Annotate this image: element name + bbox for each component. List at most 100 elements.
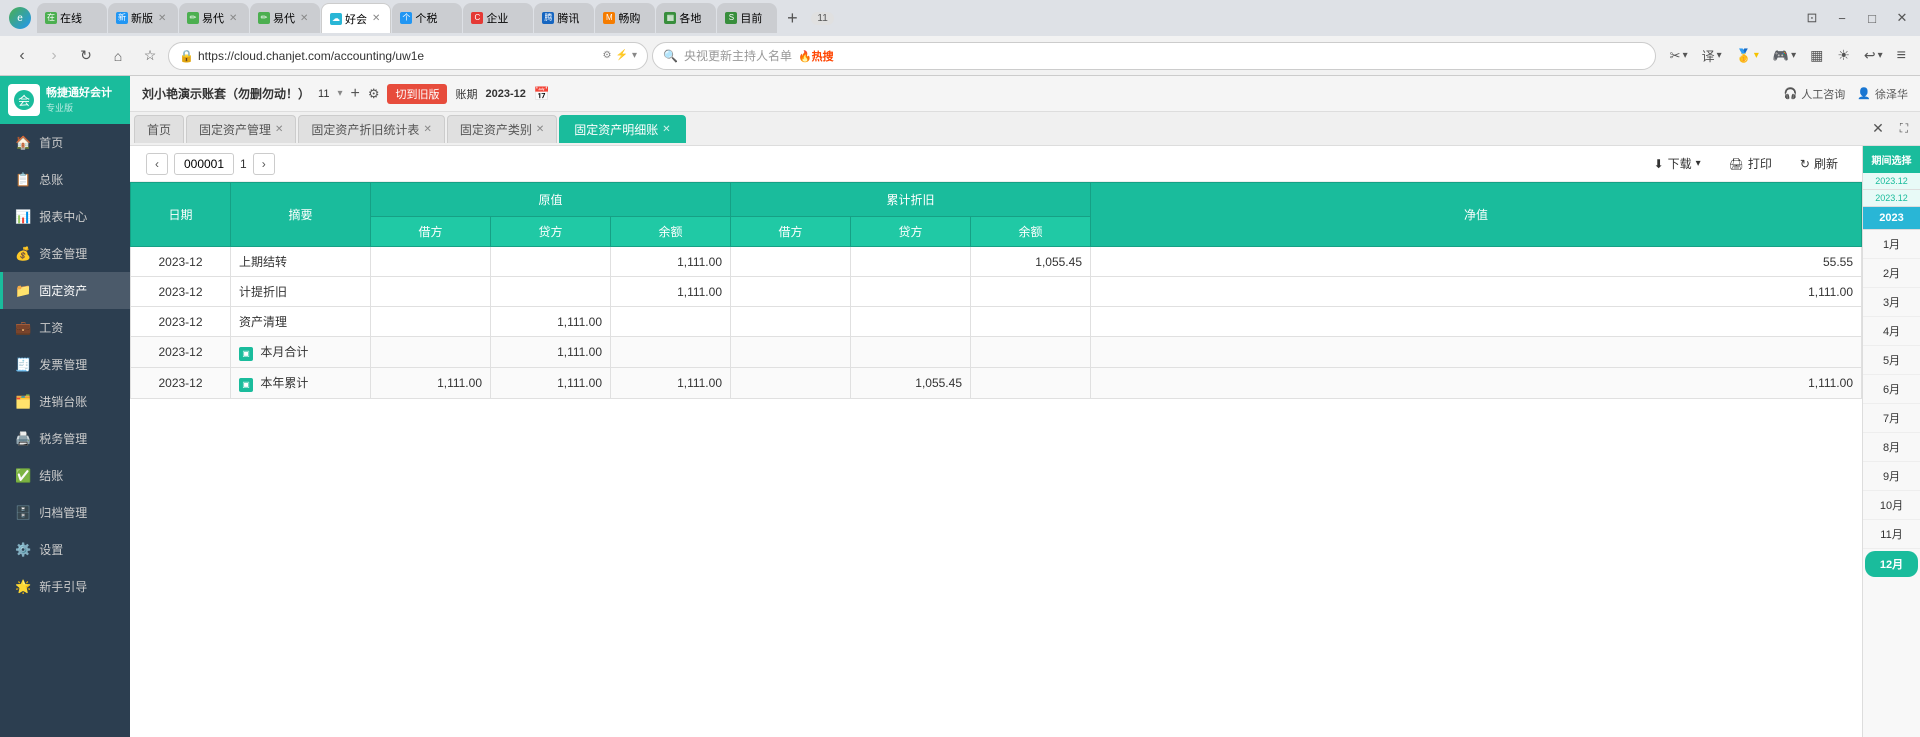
- tab-close-好会[interactable]: ✕: [370, 12, 382, 25]
- sidebar-item-report[interactable]: 📊 报表中心: [0, 198, 130, 235]
- tab-close-fixed-detail[interactable]: ✕: [662, 124, 670, 135]
- tab-目前[interactable]: S 目前: [717, 3, 777, 33]
- cell-orig-balance: 1,111.00: [611, 368, 731, 399]
- sidebar-item-settings[interactable]: ⚙️ 设置: [0, 531, 130, 568]
- summary-text: 本年累计: [260, 376, 308, 390]
- tab-window-expand-btn[interactable]: ⛶: [1892, 117, 1916, 141]
- tab-好会[interactable]: ☁ 好会 ✕: [321, 3, 391, 33]
- page-number-input[interactable]: [174, 153, 234, 175]
- tab-在线[interactable]: 在 在线: [37, 3, 107, 33]
- sidebar-brand-text: 畅捷通好会计 专业版: [46, 86, 112, 113]
- tab-close-新版[interactable]: ✕: [156, 12, 168, 25]
- sidebar-item-tax[interactable]: 🖨️ 税务管理: [0, 420, 130, 457]
- period-month-4[interactable]: 4月: [1863, 317, 1920, 346]
- sidebar-item-label: 税务管理: [39, 430, 87, 447]
- calendar-icon[interactable]: 📅: [534, 86, 550, 102]
- period-month-6[interactable]: 6月: [1863, 375, 1920, 404]
- period-month-11[interactable]: 11月: [1863, 520, 1920, 549]
- col-original-value-group: 原值: [371, 183, 731, 217]
- checkout-icon: ✅: [15, 468, 31, 484]
- page-tab-fixed-detail[interactable]: 固定资产明细账 ✕: [559, 115, 685, 143]
- page-tab-fixed-management[interactable]: 固定资产管理 ✕: [186, 115, 296, 143]
- period-selected-end[interactable]: 2023.12: [1863, 190, 1920, 207]
- win-btn-screenshot[interactable]: ⊡: [1798, 4, 1826, 32]
- tab-close-易代1[interactable]: ✕: [227, 12, 239, 25]
- toolbar-cut-icon[interactable]: ✂▾: [1664, 44, 1694, 68]
- period-selected-start[interactable]: 2023.12: [1863, 173, 1920, 190]
- period-month-10[interactable]: 10月: [1863, 491, 1920, 520]
- toolbar-undo-icon[interactable]: ↩▾: [1858, 43, 1889, 68]
- tab-新版[interactable]: 新 新版 ✕: [108, 3, 178, 33]
- tab-label: 新版: [131, 10, 153, 26]
- win-btn-maximize[interactable]: □: [1858, 4, 1886, 32]
- tab-个税[interactable]: 个 个税: [392, 3, 462, 33]
- tab-close-depreciation-stats[interactable]: ✕: [423, 124, 431, 135]
- nav-bookmark[interactable]: ☆: [136, 42, 164, 70]
- help-btn[interactable]: 🎧 人工咨询: [1784, 86, 1846, 102]
- col-orig-balance: 余额: [611, 217, 731, 247]
- period-month-8[interactable]: 8月: [1863, 433, 1920, 462]
- toolbar-reward-icon[interactable]: 🥇▾: [1730, 44, 1765, 68]
- period-month-12[interactable]: 12月: [1865, 551, 1918, 577]
- download-btn[interactable]: ⬇ 下载 ▾: [1646, 152, 1709, 175]
- table-row: 2023-12 ▣ 本月合计 1,111.00: [131, 337, 1862, 368]
- tab-易代2[interactable]: ✏ 易代 ✕: [250, 3, 320, 33]
- toolbar-translate-icon[interactable]: 译▾: [1696, 42, 1728, 69]
- period-month-9[interactable]: 9月: [1863, 462, 1920, 491]
- print-btn[interactable]: 🖨 打印: [1721, 152, 1780, 175]
- table-row: 2023-12 计提折旧 1,111.00 1,111.00: [131, 277, 1862, 307]
- tab-close-易代2[interactable]: ✕: [298, 12, 310, 25]
- settings-account-btn[interactable]: ⚙: [368, 86, 380, 102]
- win-btn-minimize[interactable]: −: [1828, 4, 1856, 32]
- nav-back[interactable]: ‹: [8, 42, 36, 70]
- win-btn-close[interactable]: ✕: [1888, 4, 1916, 32]
- toolbar-menu-icon[interactable]: ≡: [1891, 43, 1912, 69]
- sidebar-item-archive[interactable]: 🗄️ 归档管理: [0, 494, 130, 531]
- period-month-2[interactable]: 2月: [1863, 259, 1920, 288]
- tab-close-fixed-mgmt[interactable]: ✕: [275, 124, 283, 135]
- sidebar-item-checkout[interactable]: ✅ 结账: [0, 457, 130, 494]
- tab-各地[interactable]: ▦ 各地: [656, 3, 716, 33]
- search-bar[interactable]: 🔍 央视更新主持人名单 🔥热搜: [652, 42, 1656, 70]
- page-next-btn[interactable]: ›: [253, 153, 275, 175]
- period-month-3[interactable]: 3月: [1863, 288, 1920, 317]
- toolbar-grid-icon[interactable]: ▦: [1804, 43, 1829, 68]
- tab-window-close-btn[interactable]: ✕: [1866, 117, 1890, 141]
- tab-close-fixed-cat[interactable]: ✕: [536, 124, 544, 135]
- toolbar-game-icon[interactable]: 🎮▾: [1767, 44, 1802, 68]
- tab-腾讯[interactable]: 腾 腾讯: [534, 3, 594, 33]
- period-month-7[interactable]: 7月: [1863, 404, 1920, 433]
- switch-version-btn[interactable]: 切到旧版: [387, 84, 447, 104]
- sidebar-item-fund[interactable]: 💰 资金管理: [0, 235, 130, 272]
- sidebar-item-fixed[interactable]: 📁 固定资产: [0, 272, 130, 309]
- hot-label: 🔥热搜: [798, 48, 834, 64]
- sidebar-item-guide[interactable]: 🌟 新手引导: [0, 568, 130, 605]
- sidebar-item-salary[interactable]: 💼 工资: [0, 309, 130, 346]
- period-year-2023[interactable]: 2023: [1863, 207, 1920, 230]
- address-input[interactable]: 🔒 https://cloud.chanjet.com/accounting/u…: [168, 42, 648, 70]
- tab-label: 畅购: [618, 10, 640, 26]
- col-accum-credit: 贷方: [851, 217, 971, 247]
- page-prev-btn[interactable]: ‹: [146, 153, 168, 175]
- account-dropdown[interactable]: ▾: [337, 88, 342, 99]
- nav-home[interactable]: ⌂: [104, 42, 132, 70]
- period-month-5[interactable]: 5月: [1863, 346, 1920, 375]
- page-tab-fixed-category[interactable]: 固定资产类别 ✕: [447, 115, 557, 143]
- tab-畅购[interactable]: M 畅购: [595, 3, 655, 33]
- refresh-btn[interactable]: ↻ 刷新: [1792, 152, 1846, 175]
- sidebar-item-home[interactable]: 🏠 首页: [0, 124, 130, 161]
- user-btn[interactable]: 👤 徐泽华: [1857, 86, 1908, 102]
- period-month-1[interactable]: 1月: [1863, 230, 1920, 259]
- nav-refresh[interactable]: ↻: [72, 42, 100, 70]
- sidebar-item-invoice[interactable]: 🧾 发票管理: [0, 346, 130, 383]
- page-tab-depreciation-stats[interactable]: 固定资产折旧统计表 ✕: [298, 115, 444, 143]
- sidebar-item-general[interactable]: 📋 总账: [0, 161, 130, 198]
- toolbar-theme-icon[interactable]: ☀: [1831, 43, 1856, 68]
- new-tab-button[interactable]: +: [778, 4, 806, 32]
- sidebar-item-purchase[interactable]: 🗂️ 进销台账: [0, 383, 130, 420]
- nav-forward[interactable]: ›: [40, 42, 68, 70]
- add-account-btn[interactable]: +: [350, 85, 359, 103]
- tab-企业[interactable]: C 企业: [463, 3, 533, 33]
- tab-易代1[interactable]: ✏ 易代 ✕: [179, 3, 249, 33]
- page-tab-home[interactable]: 首页: [134, 115, 184, 143]
